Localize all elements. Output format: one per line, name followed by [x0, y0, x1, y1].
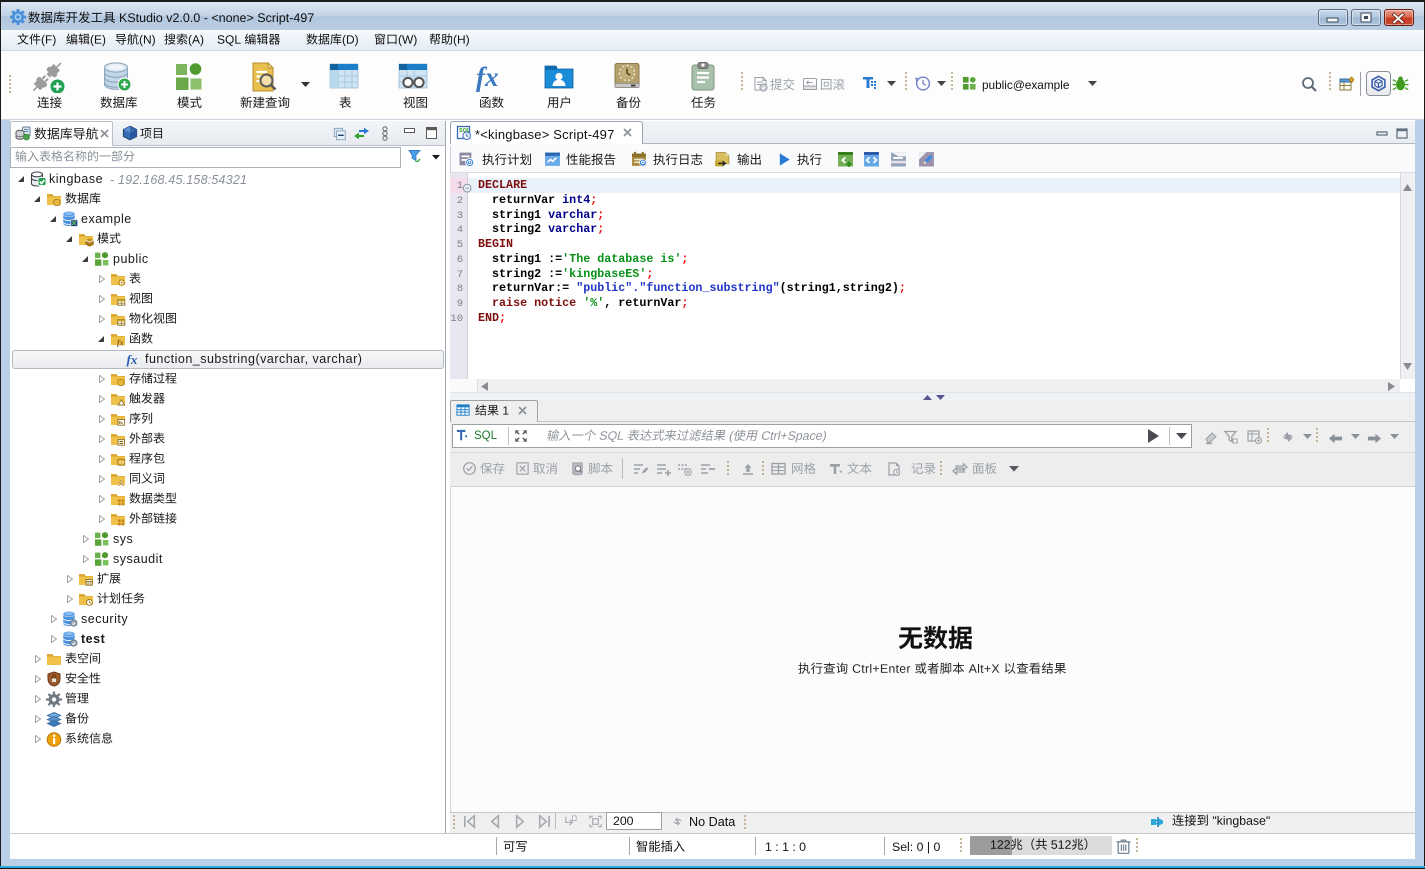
svg-text:fx: fx	[127, 352, 138, 367]
svg-text:A: A	[118, 479, 124, 487]
svg-text:fx: fx	[476, 62, 499, 92]
svg-text:<>: <>	[119, 460, 125, 466]
svg-text:fx: fx	[117, 339, 124, 348]
